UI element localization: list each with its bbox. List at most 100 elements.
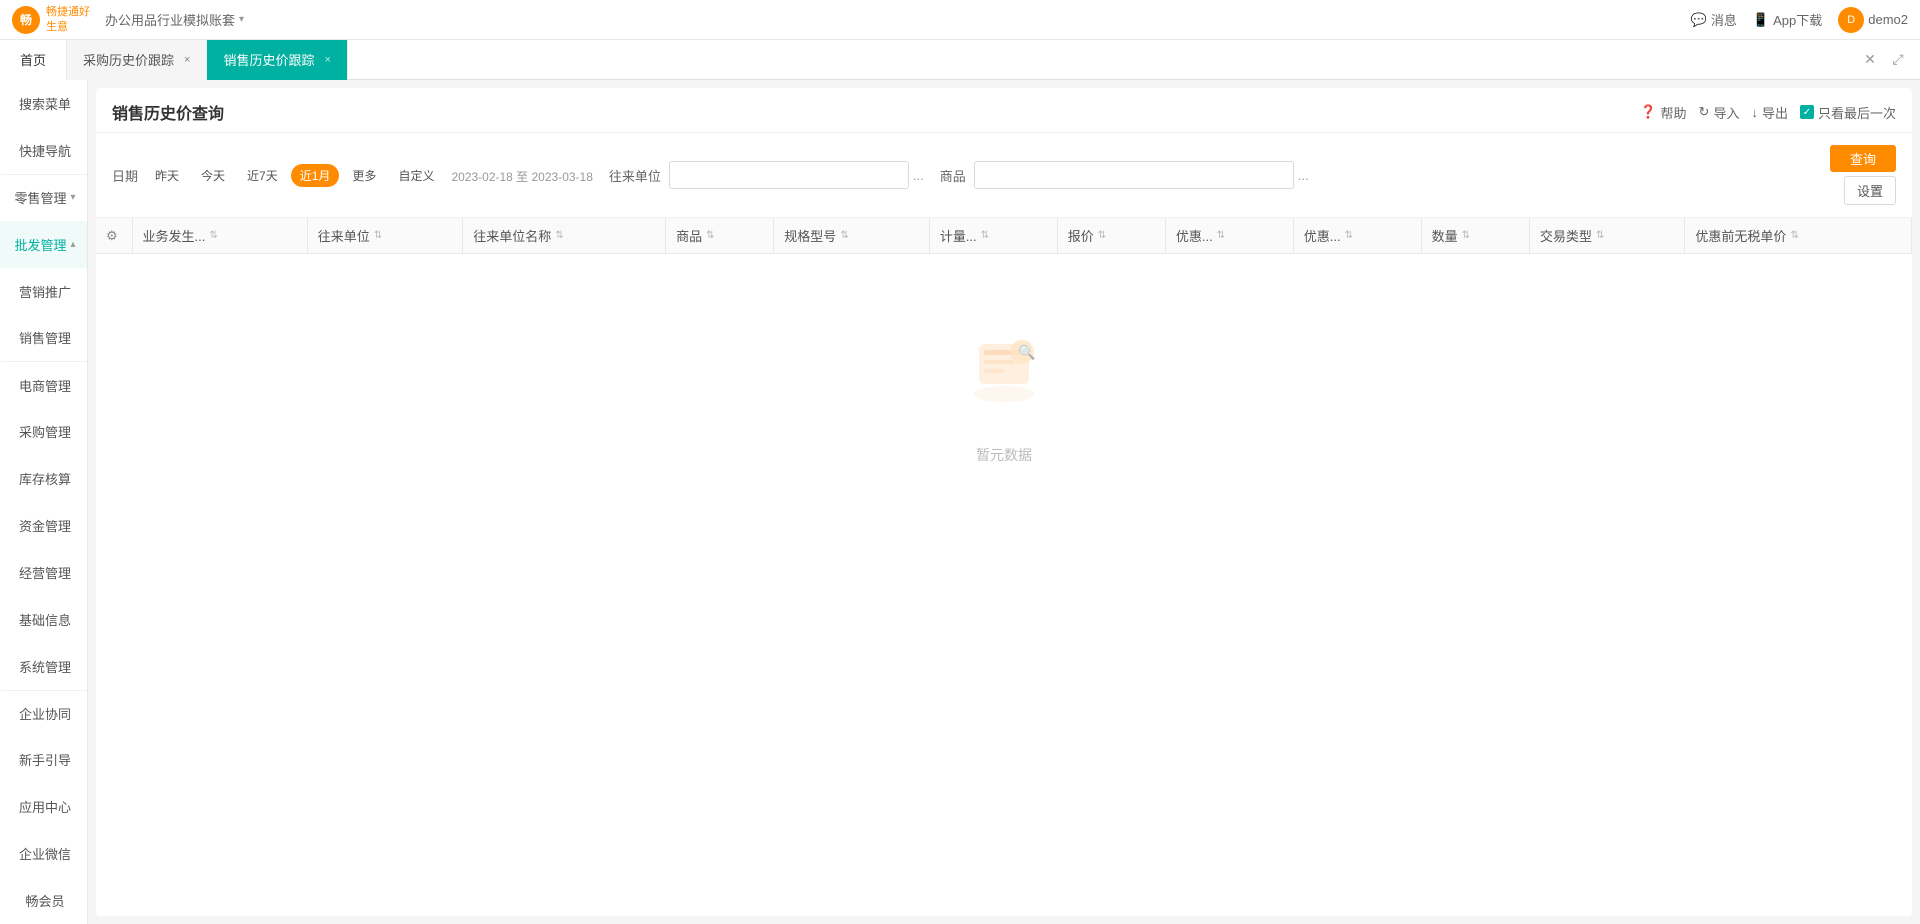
col-quoted-price-sort-icon[interactable]: ⇅ xyxy=(1098,230,1106,241)
sidebar-item-operations[interactable]: 经营管理 xyxy=(0,549,87,596)
col-trade-type-sort-icon[interactable]: ⇅ xyxy=(1596,230,1604,241)
sidebar-item-inventory[interactable]: 库存核算 xyxy=(0,455,87,502)
date-custom-btn[interactable]: 自定义 xyxy=(389,164,443,187)
col-discount2: 优惠... ⇅ xyxy=(1293,218,1421,254)
page-header: 销售历史价查询 ❓ 帮助 ↻ 导入 ↓ 导出 ✓ xyxy=(96,88,1912,133)
col-product: 商品 ⇅ xyxy=(666,218,774,254)
message-icon: 💬 xyxy=(1691,12,1707,28)
sidebar-item-newbie[interactable]: 新手引导 xyxy=(0,737,87,784)
export-button[interactable]: ↓ 导出 xyxy=(1751,103,1788,122)
sidebar-item-purchase-mgmt[interactable]: 采购管理 xyxy=(0,408,87,455)
col-pretax-price-sort-icon[interactable]: ⇅ xyxy=(1790,230,1798,241)
counterparty-input[interactable] xyxy=(669,161,909,189)
product-label: 商品 xyxy=(940,166,966,185)
date-more-btn[interactable]: 更多 xyxy=(343,164,385,187)
logo-area: 畅 畅捷通好生意 xyxy=(12,5,97,34)
sidebar-item-basic-info[interactable]: 基础信息 xyxy=(0,596,87,643)
message-button[interactable]: 💬 消息 xyxy=(1691,10,1737,29)
sidebar-item-wholesale-mgmt[interactable]: 批发管理 ▴ xyxy=(0,221,87,268)
counterparty-filter-group: 往来单位 ... xyxy=(609,161,924,189)
product-input[interactable] xyxy=(974,161,1294,189)
counterparty-picker-icon[interactable]: ... xyxy=(913,168,924,183)
col-discount1-sort-icon[interactable]: ⇅ xyxy=(1217,230,1225,241)
col-spec-sort-icon[interactable]: ⇅ xyxy=(840,230,848,241)
col-unit-sort-icon[interactable]: ⇅ xyxy=(981,230,989,241)
tab-fullscreen-button[interactable]: ⤢ xyxy=(1888,50,1908,70)
sidebar-item-ecommerce[interactable]: 电商管理 xyxy=(0,361,87,408)
query-button[interactable]: 查询 xyxy=(1830,145,1896,172)
breadcrumb-dropdown-icon[interactable]: ▾ xyxy=(239,14,244,25)
user-menu[interactable]: D demo2 xyxy=(1838,7,1908,33)
last-only-checkbox[interactable]: ✓ xyxy=(1800,105,1814,119)
col-spec: 规格型号 ⇅ xyxy=(774,218,930,254)
tab-home[interactable]: 首页 xyxy=(0,40,67,80)
col-unit: 计量... ⇅ xyxy=(929,218,1057,254)
tab-close-all-button[interactable]: ✕ xyxy=(1860,50,1880,70)
app-icon: 📱 xyxy=(1753,12,1769,28)
top-bar-right: 💬 消息 📱 App下载 D demo2 xyxy=(1691,7,1908,33)
filter-row: 日期 昨天 今天 近7天 近1月 更多 自定义 2023-02-18 至 202… xyxy=(112,145,1896,205)
sidebar-item-enterprise[interactable]: 企业协同 xyxy=(0,690,87,737)
import-button[interactable]: ↻ 导入 xyxy=(1699,103,1740,122)
sidebar-item-finance[interactable]: 资金管理 xyxy=(0,502,87,549)
col-discount1: 优惠... ⇅ xyxy=(1165,218,1293,254)
last-only-button[interactable]: ✓ 只看最后一次 xyxy=(1800,103,1896,122)
empty-illustration: 🔍 xyxy=(954,314,1054,414)
sidebar-item-system[interactable]: 系统管理 xyxy=(0,643,87,690)
counterparty-input-wrapper: ... xyxy=(669,161,924,189)
help-button[interactable]: ❓ 帮助 xyxy=(1640,103,1686,122)
col-counterparty-name-sort-icon[interactable]: ⇅ xyxy=(555,230,563,241)
col-quantity-sort-icon[interactable]: ⇅ xyxy=(1462,230,1470,241)
retail-mgmt-arrow-icon: ▾ xyxy=(70,192,75,203)
col-biz-date: 业务发生... ⇅ xyxy=(132,218,307,254)
col-biz-date-sort-icon[interactable]: ⇅ xyxy=(209,230,217,241)
sidebar-item-enterprise-wechat[interactable]: 企业微信 xyxy=(0,830,87,877)
table-area: ⚙ 业务发生... ⇅ 往来单位 xyxy=(96,218,1912,916)
date-filter-label: 日期 xyxy=(112,166,138,185)
help-icon: ❓ xyxy=(1640,104,1656,120)
tab-purchase-history-close[interactable]: × xyxy=(184,54,190,66)
sidebar-item-app-center[interactable]: 应用中心 xyxy=(0,783,87,830)
tab-purchase-history[interactable]: 采购历史价跟踪 × xyxy=(67,40,207,80)
page-actions: ❓ 帮助 ↻ 导入 ↓ 导出 ✓ 只看最后一次 xyxy=(1640,103,1896,122)
sidebar-item-search-menu[interactable]: 搜索菜单 xyxy=(0,80,87,127)
date-range-display: 2023-02-18 至 2023-03-18 xyxy=(451,168,592,185)
tab-bar: 首页 采购历史价跟踪 × 销售历史价跟踪 × ✕ ⤢ xyxy=(0,40,1920,80)
table-header: ⚙ 业务发生... ⇅ 往来单位 xyxy=(96,218,1912,254)
sidebar: 搜索菜单 快捷导航 零售管理 ▾ 批发管理 ▴ 营销推广 销售管理 电商管理 采… xyxy=(0,80,88,924)
filter-settings-button[interactable]: 设置 xyxy=(1844,176,1896,205)
tab-sales-history-close[interactable]: × xyxy=(324,54,330,66)
col-counterparty-code: 往来单位 ⇅ xyxy=(307,218,463,254)
col-settings-icon[interactable]: ⚙ xyxy=(106,228,118,243)
col-discount2-sort-icon[interactable]: ⇅ xyxy=(1345,230,1353,241)
wholesale-mgmt-arrow-icon: ▴ xyxy=(70,239,75,250)
sidebar-item-member[interactable]: 畅会员 xyxy=(0,877,87,924)
sidebar-item-marketing[interactable]: 营销推广 xyxy=(0,268,87,315)
date-1month-btn[interactable]: 近1月 xyxy=(291,164,340,187)
col-trade-type: 交易类型 ⇅ xyxy=(1529,218,1685,254)
sidebar-item-quick-nav[interactable]: 快捷导航 xyxy=(0,127,87,174)
breadcrumb: 办公用品行业模拟账套 ▾ xyxy=(105,10,244,29)
filter-actions: 查询 设置 xyxy=(1830,145,1896,205)
col-quoted-price: 报价 ⇅ xyxy=(1057,218,1165,254)
sidebar-item-sales-mgmt[interactable]: 销售管理 xyxy=(0,314,87,361)
product-picker-icon[interactable]: ... xyxy=(1298,168,1309,183)
main-layout: 搜索菜单 快捷导航 零售管理 ▾ 批发管理 ▴ 营销推广 销售管理 电商管理 采… xyxy=(0,80,1920,924)
date-yesterday-btn[interactable]: 昨天 xyxy=(146,164,188,187)
date-today-btn[interactable]: 今天 xyxy=(192,164,234,187)
col-product-sort-icon[interactable]: ⇅ xyxy=(706,230,714,241)
sidebar-item-retail-mgmt[interactable]: 零售管理 ▾ xyxy=(0,174,87,221)
date-7days-btn[interactable]: 近7天 xyxy=(238,164,287,187)
breadcrumb-text: 办公用品行业模拟账套 xyxy=(105,10,235,29)
empty-text: 暂元数据 xyxy=(976,445,1032,465)
app-download-button[interactable]: 📱 App下载 xyxy=(1753,10,1822,29)
table-header-row: ⚙ 业务发生... ⇅ 往来单位 xyxy=(96,218,1912,254)
col-counterparty-name: 往来单位名称 ⇅ xyxy=(463,218,666,254)
col-counterparty-code-sort-icon[interactable]: ⇅ xyxy=(374,230,382,241)
date-buttons: 昨天 今天 近7天 近1月 更多 自定义 xyxy=(146,164,443,187)
tab-sales-history[interactable]: 销售历史价跟踪 × xyxy=(207,40,347,80)
avatar: D xyxy=(1838,7,1864,33)
empty-icon: 🔍 xyxy=(954,314,1054,433)
tab-bar-actions: ✕ ⤢ xyxy=(1848,40,1920,79)
counterparty-label: 往来单位 xyxy=(609,166,661,185)
